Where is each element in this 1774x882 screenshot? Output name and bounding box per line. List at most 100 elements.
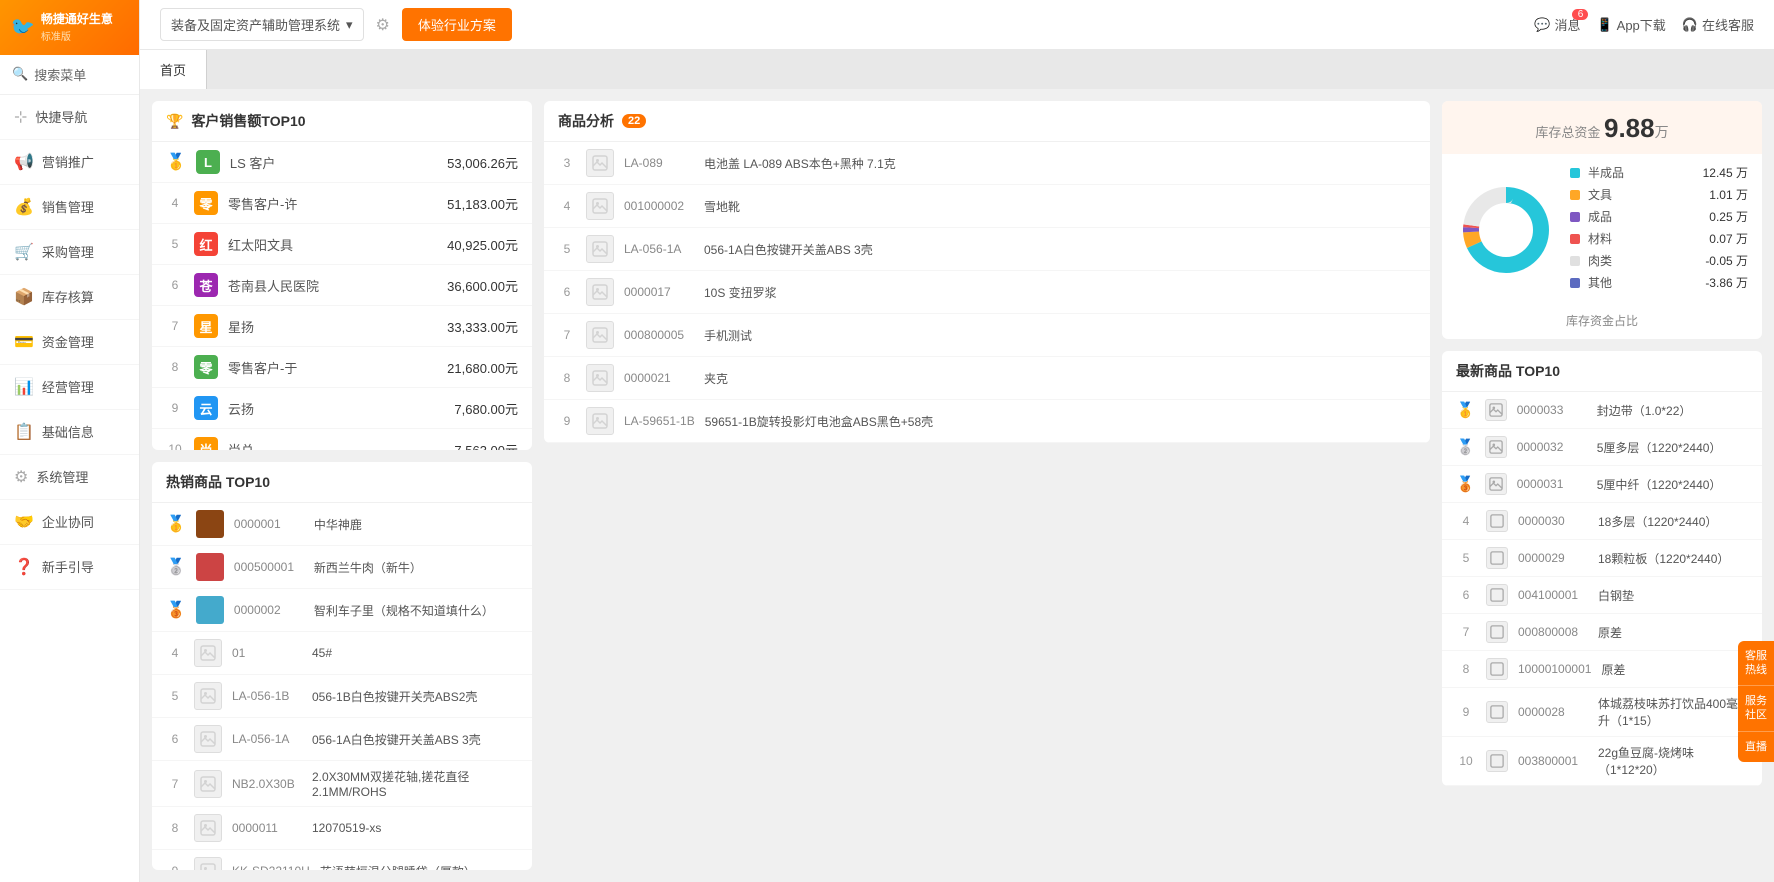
latest-products-title: 最新商品 TOP10 — [1456, 361, 1560, 381]
product-name: 新西兰牛肉（新牛） — [314, 559, 518, 576]
customer-ranking-item: 9 云 云扬 7,680.00元 — [152, 388, 532, 429]
latest-thumbnail — [1486, 584, 1508, 606]
topbar-actions: 💬 消息 6 📱 App下载 🎧 在线客服 — [1534, 15, 1754, 34]
sidebar-item-finance[interactable]: 💳 资金管理 — [0, 320, 139, 365]
sidebar-item-quick-nav[interactable]: ⊹ 快捷导航 — [0, 95, 139, 140]
rank-number: 7 — [166, 777, 184, 791]
latest-name: 原差 — [1598, 624, 1748, 641]
gold-medal-icon: 🥇 — [166, 514, 186, 534]
product-item: 5 LA-056-1B 056-1B白色按键开关壳ABS2壳 — [152, 675, 532, 718]
sidebar-item-label: 采购管理 — [42, 242, 94, 261]
latest-thumbnail — [1486, 750, 1508, 772]
sidebar-search[interactable]: 🔍 搜索菜单 — [0, 55, 139, 95]
customer-ranking-title: 客户销售额TOP10 — [191, 111, 305, 131]
product-name: 夹克 — [704, 370, 1416, 387]
customer-avatar: 零 — [194, 355, 218, 379]
customer-avatar: L — [196, 150, 220, 174]
sidebar-item-operation[interactable]: 📊 经营管理 — [0, 365, 139, 410]
product-item: 6 LA-056-1A 056-1A白色按键开关盖ABS 3壳 — [152, 718, 532, 761]
latest-item: 7 000800008 原差 — [1442, 614, 1762, 651]
product-name: 中华神鹿 — [314, 516, 518, 533]
notification-button[interactable]: 💬 消息 6 — [1534, 15, 1580, 34]
latest-name: 18颗粒板（1220*2440） — [1598, 550, 1748, 567]
gold-medal-icon: 🥇 — [166, 152, 186, 172]
right-column: 库存总资金 9.88万 — [1442, 101, 1762, 870]
product-code: 0000011 — [232, 821, 302, 835]
cs-live[interactable]: 直播 — [1738, 732, 1774, 762]
sidebar-badge: 标准版 — [41, 28, 113, 43]
three-col-layout: 🏆 客户销售额TOP10 🥇 L LS 客户 53,006.26元 — [152, 101, 1762, 870]
sidebar-item-purchase[interactable]: 🛒 采购管理 — [0, 230, 139, 275]
nav-icon: 📢 — [14, 152, 34, 172]
latest-item: 5 0000029 18颗粒板（1220*2440） — [1442, 540, 1762, 577]
product-name: 12070519-xs — [312, 821, 518, 835]
latest-item: 6 004100001 白钢垫 — [1442, 577, 1762, 614]
logo-icon: 🐦 — [10, 15, 35, 40]
online-service-button[interactable]: 🎧 在线客服 — [1682, 15, 1754, 34]
mobile-icon: 📱 — [1596, 17, 1612, 33]
product-name: 45# — [312, 646, 518, 660]
hot-products-card: 热销商品 TOP10 🥇 0000001 中华神鹿 🥈 000500001 — [152, 462, 532, 870]
sidebar-item-basic[interactable]: 📋 基础信息 — [0, 410, 139, 455]
settings-icon[interactable]: ⚙ — [376, 15, 390, 35]
rank-number: 4 — [1456, 514, 1476, 528]
bronze-medal-icon: 🥉 — [1456, 475, 1475, 493]
legend-item: 文具 1.01 万 — [1570, 186, 1748, 203]
customer-name: 零售客户-许 — [228, 194, 437, 213]
content-area: 🏆 客户销售额TOP10 🥇 L LS 客户 53,006.26元 — [140, 89, 1774, 882]
legend-item: 其他 -3.86 万 — [1570, 274, 1748, 291]
product-code: 0000021 — [624, 371, 694, 385]
product-name: 056-1A白色按键开关盖ABS 3壳 — [312, 731, 518, 748]
product-thumbnail — [196, 553, 224, 581]
rank-number: 4 — [166, 196, 184, 210]
product-item: 8 0000011 12070519-xs — [152, 807, 532, 850]
customer-name: 零售客户-于 — [228, 358, 437, 377]
app-download-button[interactable]: 📱 App下载 — [1596, 15, 1665, 34]
sidebar-nav: ⊹ 快捷导航📢 营销推广💰 销售管理🛒 采购管理📦 库存核算💳 资金管理📊 经营… — [0, 95, 139, 882]
cs-community[interactable]: 服务社区 — [1738, 686, 1774, 732]
latest-item: 4 0000030 18多层（1220*2440） — [1442, 503, 1762, 540]
latest-code: 0000032 — [1517, 440, 1587, 454]
sidebar-search-label: 搜索菜单 — [34, 65, 86, 84]
latest-code: 0000028 — [1518, 705, 1588, 719]
rank-number: 4 — [558, 199, 576, 213]
sidebar-item-label: 销售管理 — [42, 197, 94, 216]
rank-number: 8 — [166, 821, 184, 835]
rank-number: 4 — [166, 646, 184, 660]
notification-badge: 6 — [1572, 9, 1588, 20]
analysis-item: 4 001000002 雪地靴 — [544, 185, 1430, 228]
product-analysis-card: 商品分析 22 3 LA-089 电池盖 LA-089 ABS本色+黑种 7.1… — [544, 101, 1430, 443]
latest-name: 18多层（1220*2440） — [1598, 513, 1748, 530]
system-selector[interactable]: 装备及固定资产辅助管理系统 ▾ — [160, 8, 364, 41]
nav-icon: 📋 — [14, 422, 34, 442]
latest-code: 0000033 — [1517, 403, 1587, 417]
customer-amount: 7,680.00元 — [454, 399, 518, 418]
latest-thumbnail — [1485, 436, 1507, 458]
sidebar-item-sales[interactable]: 💰 销售管理 — [0, 185, 139, 230]
latest-code: 000800008 — [1518, 625, 1588, 639]
trial-button[interactable]: 体验行业方案 — [402, 8, 512, 41]
customer-ranking-item: 4 零 零售客户-许 51,183.00元 — [152, 183, 532, 224]
latest-thumbnail — [1486, 547, 1508, 569]
customer-ranking-item: 10 尚 尚总 7,563.00元 — [152, 429, 532, 450]
nav-icon: 🛒 — [14, 242, 34, 262]
legend-value: 0.07 万 — [1688, 230, 1748, 247]
sidebar-item-cooperation[interactable]: 🤝 企业协同 — [0, 500, 139, 545]
cs-hotline[interactable]: 客服热线 — [1738, 641, 1774, 687]
sidebar-item-inventory[interactable]: 📦 库存核算 — [0, 275, 139, 320]
rank-number: 7 — [558, 328, 576, 342]
customer-amount: 53,006.26元 — [447, 153, 518, 172]
sidebar-item-system[interactable]: ⚙ 系统管理 — [0, 455, 139, 500]
customer-name: LS 客户 — [230, 153, 437, 172]
product-analysis-header: 商品分析 22 — [544, 101, 1430, 142]
hot-products-title: 热销商品 TOP10 — [166, 472, 270, 492]
analysis-item: 5 LA-056-1A 056-1A白色按键开关盖ABS 3壳 — [544, 228, 1430, 271]
tab-home[interactable]: 首页 — [140, 50, 207, 89]
rank-number: 5 — [166, 237, 184, 251]
latest-thumbnail — [1485, 473, 1507, 495]
sidebar-item-guide[interactable]: ❓ 新手引导 — [0, 545, 139, 590]
latest-products-card: 最新商品 TOP10 🥇 0000033 封边带（1.0*22） 🥈 — [1442, 351, 1762, 786]
product-name: 59651-1B旋转投影灯电池盒ABS黑色+58壳 — [705, 413, 1416, 430]
sidebar-item-marketing[interactable]: 📢 营销推广 — [0, 140, 139, 185]
sidebar-item-label: 营销推广 — [42, 152, 94, 171]
